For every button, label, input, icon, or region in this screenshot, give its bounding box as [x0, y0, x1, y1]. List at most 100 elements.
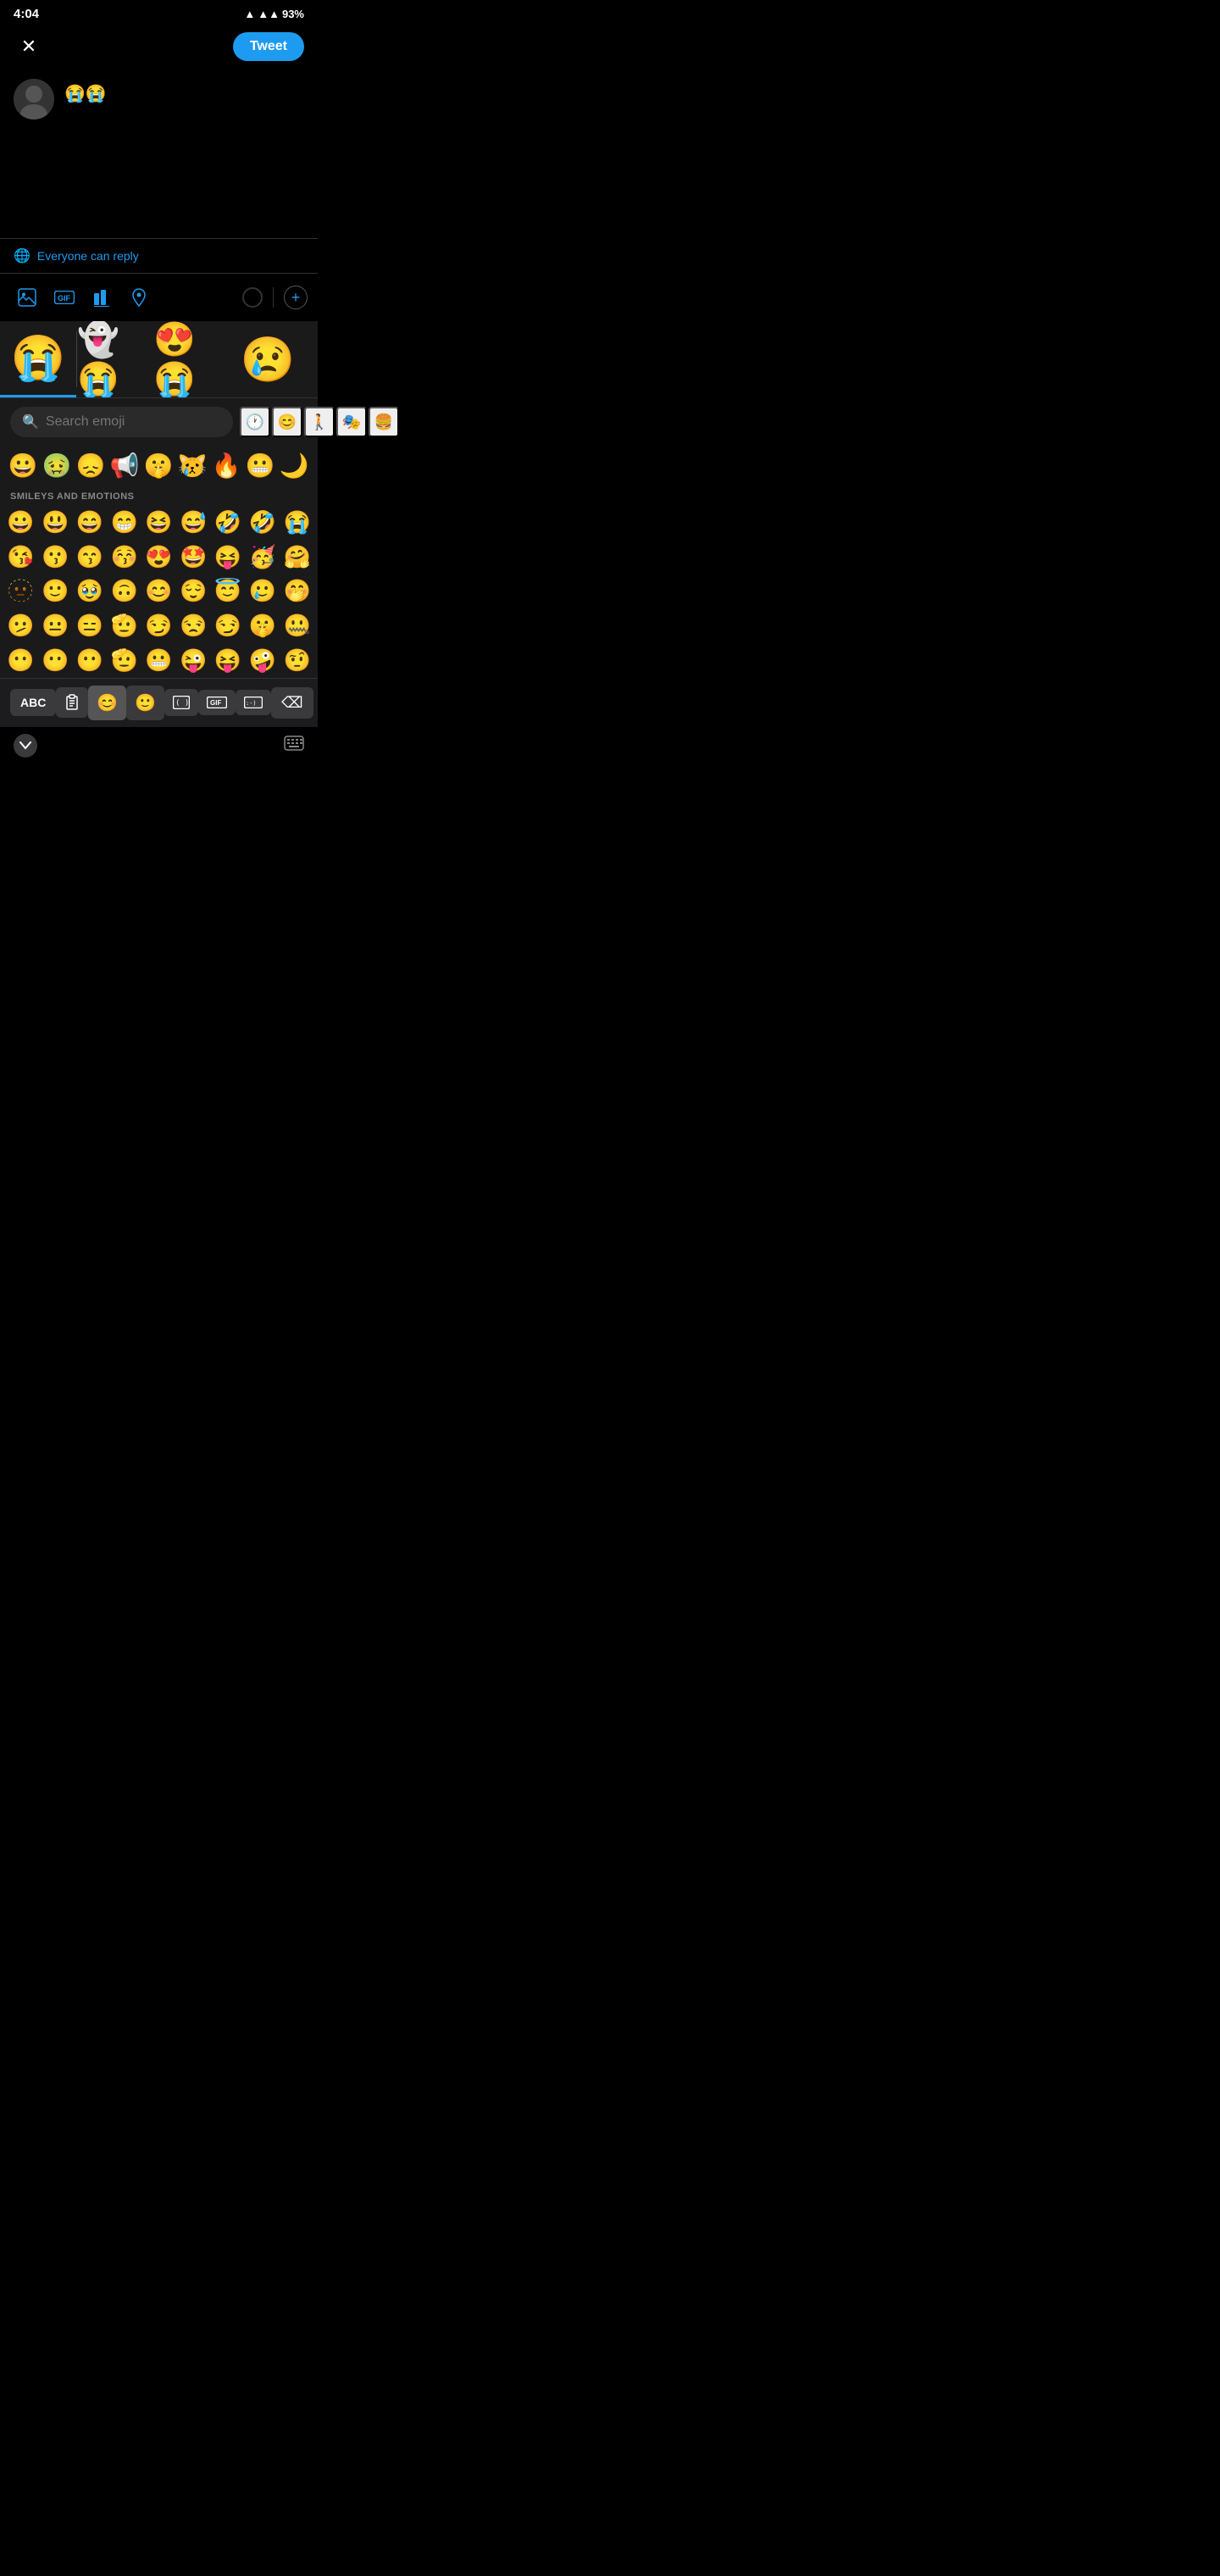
emoji-raised-eyebrow[interactable]: 🤨	[280, 643, 314, 678]
kaomoji-button[interactable]: ( )	[164, 689, 198, 716]
emoji-neutral-face[interactable]: 🫤	[3, 608, 38, 643]
reaction-angry[interactable]: 🟥	[306, 321, 318, 397]
emoji-crazy[interactable]: 🤪	[245, 643, 280, 678]
search-input[interactable]	[46, 414, 221, 430]
tweet-button[interactable]: Tweet	[233, 32, 304, 61]
emoji-blank[interactable]: 🫥	[3, 575, 38, 609]
compose-toolbar: GIF +	[0, 274, 318, 321]
status-icons: ▲ ▲▲ 93%	[244, 8, 304, 20]
avatar-image	[14, 79, 54, 119]
emoji-kiss-closed[interactable]: 😚	[107, 540, 141, 575]
emoji-no-mouth[interactable]: 😑	[73, 608, 108, 643]
recent-emoji-5[interactable]: 🤫	[142, 449, 175, 481]
reply-setting[interactable]: 🌐 Everyone can reply	[0, 238, 318, 274]
emoji-rofl[interactable]: 🤣	[211, 505, 246, 540]
toolbar-divider	[273, 287, 274, 308]
emoji-grimacing[interactable]: 😬	[141, 643, 176, 678]
keyboard-switch-button[interactable]	[284, 736, 304, 756]
recent-emoji-7[interactable]: 🔥	[210, 449, 242, 481]
emoji-rolling-laugh[interactable]: 🤣	[245, 505, 280, 540]
recent-emoji-9[interactable]: 🌙	[278, 449, 310, 481]
emoji-sob[interactable]: 😭	[280, 505, 314, 540]
emoji-slightly-smile[interactable]: 🙂	[38, 575, 73, 609]
delete-button[interactable]: ⌫	[271, 687, 313, 719]
emoji-smirking[interactable]: 😏	[211, 608, 246, 643]
emoji-holding-tear[interactable]: 🥹	[73, 575, 108, 609]
emoji-relieved[interactable]: 😌	[176, 575, 211, 609]
tweet-content[interactable]: 😭😭	[64, 79, 304, 228]
gif-button[interactable]: GIF	[47, 280, 81, 314]
location-button[interactable]	[122, 280, 156, 314]
emoji-tear-smile[interactable]: 🥲	[245, 575, 280, 609]
emoji-grinning[interactable]: 😀	[3, 505, 38, 540]
emoji-expressionless[interactable]: 😐	[38, 608, 73, 643]
emoji-star-eyes[interactable]: 🤩	[176, 540, 211, 575]
image-button[interactable]	[10, 280, 44, 314]
emoji-beaming[interactable]: 😁	[107, 505, 141, 540]
emoji-category-tabs: 🕐 😊 🚶 🎭 🍔	[240, 407, 399, 437]
emoji-innocent[interactable]: 😇	[211, 575, 246, 609]
emoji-reactions-strip: 😭 👻😭 😍😭 😢 🟥	[0, 321, 318, 398]
svg-text:GIF: GIF	[210, 699, 221, 707]
recent-emoji-6[interactable]: 😿	[176, 449, 208, 481]
reaction-crying[interactable]: 😭	[0, 321, 76, 397]
emoji-keyboard-button[interactable]: 😊	[88, 686, 126, 720]
search-container[interactable]: 🔍	[10, 407, 233, 437]
abc-button[interactable]: ABC	[10, 689, 56, 716]
emoji-kiss-heart[interactable]: 😘	[3, 540, 38, 575]
emoji-dotted[interactable]: 😶	[73, 643, 108, 678]
emoji-sweat-smile[interactable]: 😅	[176, 505, 211, 540]
add-tweet-button[interactable]: +	[284, 286, 308, 309]
emoji-kissing[interactable]: 😙	[73, 540, 108, 575]
recent-emoji-3[interactable]: 😞	[75, 449, 107, 481]
category-smileys[interactable]: 😊	[272, 407, 302, 437]
signal-icon: ▲▲	[258, 8, 280, 20]
clipboard-button[interactable]	[56, 687, 88, 718]
category-objects[interactable]: 🍔	[369, 407, 399, 437]
emoji-face-neutral[interactable]: 😶	[38, 643, 73, 678]
reaction-sobbing[interactable]: 😢	[230, 321, 306, 397]
emoji-heart-eyes[interactable]: 😍	[141, 540, 176, 575]
category-recent[interactable]: 🕐	[240, 407, 270, 437]
emoji-unamused[interactable]: 😒	[176, 608, 211, 643]
emoji-shush[interactable]: 🤫	[245, 608, 280, 643]
emoji-laughing[interactable]: 😆	[141, 505, 176, 540]
reaction-ghost-crying[interactable]: 👻😭	[77, 321, 153, 397]
emoji-grin[interactable]: 😃	[38, 505, 73, 540]
reaction-heart-eyes-crying[interactable]: 😍😭	[153, 321, 230, 397]
keyboard-toolbar: ABC 😊 🙂 ( ) GIF :-) ⌫	[0, 678, 318, 727]
ascii-art-button[interactable]: :-)	[236, 690, 271, 715]
emoji-zipper[interactable]: 🤐	[280, 608, 314, 643]
emoji-hugging[interactable]: 🤗	[280, 540, 314, 575]
recent-emoji-2[interactable]: 🤢	[41, 449, 73, 481]
avatar	[14, 79, 54, 119]
status-time: 4:04	[14, 7, 39, 21]
emoji-winking-tongue[interactable]: 😜	[176, 643, 211, 678]
emoji-smile[interactable]: 😄	[73, 505, 108, 540]
emoji-salute[interactable]: 🫡	[107, 608, 141, 643]
globe-icon: 🌐	[14, 247, 30, 264]
emoji-blush[interactable]: 😊	[141, 575, 176, 609]
category-activities[interactable]: 🎭	[336, 407, 367, 437]
emoji-tongue-out[interactable]: 😝	[211, 540, 246, 575]
emoji-face-clouds[interactable]: 😶	[3, 643, 38, 678]
tweet-text: 😭😭	[64, 85, 107, 103]
collapse-keyboard-button[interactable]	[14, 734, 37, 758]
recent-emoji-1[interactable]: 😀	[7, 449, 39, 481]
emoji-tongue-out-2[interactable]: 😝	[211, 643, 246, 678]
status-bar: 4:04 ▲ ▲▲ 93%	[0, 0, 318, 25]
emoji-upside-down[interactable]: 🙃	[107, 575, 141, 609]
emoji-shushing[interactable]: 🤭	[280, 575, 314, 609]
recent-emoji-8[interactable]: 😬	[244, 449, 276, 481]
gif-keyboard-button[interactable]: GIF	[198, 690, 236, 715]
recent-emoji-4[interactable]: 📢	[108, 449, 141, 481]
close-button[interactable]: ✕	[14, 31, 44, 62]
category-people[interactable]: 🚶	[304, 407, 335, 437]
poll-button[interactable]	[85, 280, 119, 314]
sticker-button[interactable]: 🙂	[126, 686, 164, 720]
recent-emoji-row: 😀 🤢 😞 📢 🤫 😿 🔥 😬 🌙	[0, 446, 318, 485]
emoji-saluting[interactable]: 🫡	[107, 643, 141, 678]
emoji-kiss[interactable]: 😗	[38, 540, 73, 575]
emoji-party[interactable]: 🥳	[245, 540, 280, 575]
emoji-smirk[interactable]: 😏	[141, 608, 176, 643]
